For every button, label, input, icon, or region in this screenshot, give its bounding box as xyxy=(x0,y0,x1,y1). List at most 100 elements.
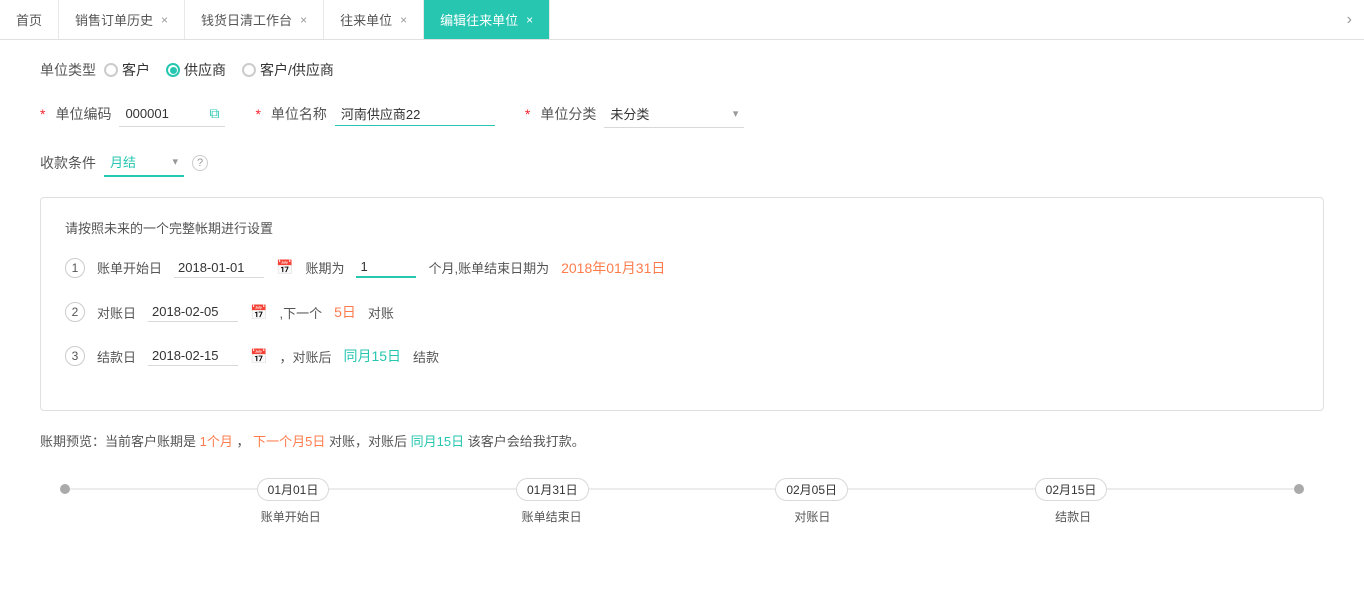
radio-supplier[interactable]: 供应商 xyxy=(166,60,226,80)
timeline-node-2: 01月31日 xyxy=(516,478,589,501)
timeline-line xyxy=(60,489,1304,490)
tab-sales-history-close[interactable]: × xyxy=(161,13,168,27)
chevron-down-icon: ▾ xyxy=(733,107,739,120)
timeline-section: 01月01日 01月31日 02月05日 02月15日 xyxy=(40,474,1324,525)
radio-customer-label: 客户 xyxy=(122,60,150,80)
payment-suffix2: 结款 xyxy=(413,347,439,366)
preview-part1: 1个月 xyxy=(200,434,233,449)
unit-code-input-wrap: ⧉ xyxy=(119,101,225,127)
period-num-1: 1 xyxy=(65,258,85,278)
preview-sep2: 对账，对账后 xyxy=(329,434,407,449)
timeline-labels-row: 账单开始日 账单结束日 对账日 结款日 xyxy=(60,508,1304,525)
radio-supplier-label: 供应商 xyxy=(184,60,226,80)
calendar-icon-3[interactable]: 📅 xyxy=(250,348,267,365)
timeline-node-1: 01月01日 xyxy=(257,478,330,501)
radio-both[interactable]: 客户/供应商 xyxy=(242,60,334,80)
timeline-node-2-label: 01月31日 xyxy=(516,478,589,501)
period-date-1[interactable] xyxy=(174,258,264,278)
payment-condition-label: 收款条件 xyxy=(40,153,96,173)
period-row-2: 2 对账日 📅 ,下一个 5日 对账 xyxy=(65,302,1299,322)
timeline-start-dot xyxy=(60,484,70,494)
tab-partner-units[interactable]: 往来单位 × xyxy=(324,0,424,39)
timeline-node-3-label: 02月05日 xyxy=(775,478,848,501)
tabs-bar: 首页 销售订单历史 × 钱货日清工作台 × 往来单位 × 编辑往来单位 × › xyxy=(0,0,1364,40)
radio-both-label: 客户/供应商 xyxy=(260,60,334,80)
calendar-icon-1[interactable]: 📅 xyxy=(276,259,293,276)
payment-condition-value: 月结 xyxy=(110,152,168,171)
payment-condition-row: 收款条件 月结 ▾ ? xyxy=(40,148,1324,177)
tab-home[interactable]: 首页 xyxy=(0,0,59,39)
reconcile-suffix1: ,下一个 xyxy=(279,303,322,322)
timeline-end-dot xyxy=(1294,484,1304,494)
tab-edit-partner-close[interactable]: × xyxy=(526,13,533,27)
unit-category-value: 未分类 xyxy=(610,104,728,123)
main-content: 单位类型 客户 供应商 客户/供应商 * 单位编码 xyxy=(0,40,1364,608)
timeline-node-4: 02月15日 xyxy=(1035,478,1108,501)
payment-day-highlight: 同月15日 xyxy=(343,346,401,366)
tab-partner-units-close[interactable]: × xyxy=(400,13,407,27)
timeline-desc-2: 账单结束日 xyxy=(512,508,592,525)
unit-code-input[interactable] xyxy=(125,106,205,121)
period-settings-box: 请按照未来的一个完整帐期进行设置 1 账单开始日 📅 账期为 个月,账单结束日期… xyxy=(40,197,1324,411)
period-label-2: 对账日 xyxy=(97,303,136,322)
unit-type-group: 单位类型 客户 供应商 客户/供应商 xyxy=(40,60,334,80)
period-box-title: 请按照未来的一个完整帐期进行设置 xyxy=(65,218,1299,237)
period-date-3[interactable] xyxy=(148,346,238,366)
timeline-desc-3-text: 对账日 xyxy=(794,508,830,525)
radio-customer[interactable]: 客户 xyxy=(104,60,150,80)
timeline-desc-1: 账单开始日 xyxy=(251,508,331,525)
timeline-desc-3: 对账日 xyxy=(772,508,852,525)
tab-home-label: 首页 xyxy=(16,10,42,29)
payment-condition-dropdown[interactable]: 月结 ▾ xyxy=(104,148,184,177)
period-label-3: 结款日 xyxy=(97,347,136,366)
timeline-node-4-label: 02月15日 xyxy=(1035,478,1108,501)
radio-group: 客户 供应商 客户/供应商 xyxy=(104,60,334,80)
calendar-icon-2[interactable]: 📅 xyxy=(250,304,267,321)
timeline-desc-2-text: 账单结束日 xyxy=(522,508,582,525)
radio-customer-circle xyxy=(104,63,118,77)
unit-type-label: 单位类型 xyxy=(40,60,96,80)
radio-both-circle xyxy=(242,63,256,77)
tab-partner-units-label: 往来单位 xyxy=(340,10,392,29)
copy-icon[interactable]: ⧉ xyxy=(209,105,219,122)
period-date-2[interactable] xyxy=(148,302,238,322)
tab-sales-history[interactable]: 销售订单历史 × xyxy=(59,0,185,39)
payment-suffix1: ，对账后 xyxy=(279,347,331,366)
unit-code-group: * 单位编码 ⧉ xyxy=(40,101,225,127)
tab-sales-history-label: 销售订单历史 xyxy=(75,10,153,29)
unit-code-label: 单位编码 xyxy=(55,104,111,124)
tab-cash-work-label: 钱货日清工作台 xyxy=(201,10,292,29)
unit-category-label: 单位分类 xyxy=(540,104,596,124)
unit-name-star: * xyxy=(255,106,260,122)
unit-name-input[interactable] xyxy=(335,102,495,126)
period-months-suffix: 个月,账单结束日期为 xyxy=(428,258,549,277)
preview-part3: 同月15日 xyxy=(411,434,464,449)
preview-label: 账期预览：当前客户账期是 xyxy=(40,434,196,449)
timeline-node-3: 02月05日 xyxy=(775,478,848,501)
period-label-1: 账单开始日 xyxy=(97,258,162,277)
period-end-date: 2018年01月31日 xyxy=(561,258,665,278)
unit-name-label: 单位名称 xyxy=(271,104,327,124)
reconcile-day-highlight: 5日 xyxy=(334,302,356,322)
help-icon[interactable]: ? xyxy=(192,155,208,171)
preview-section: 账期预览：当前客户账期是 1个月 ， 下一个月5日 对账，对账后 同月15日 该… xyxy=(40,431,1324,450)
payment-chevron-icon: ▾ xyxy=(172,155,178,168)
timeline-desc-4: 结款日 xyxy=(1033,508,1113,525)
period-months-input[interactable] xyxy=(356,257,416,278)
tab-expand-icon[interactable]: › xyxy=(1335,11,1364,29)
period-num-2: 2 xyxy=(65,302,85,322)
timeline-desc-4-text: 结款日 xyxy=(1055,508,1091,525)
period-row-1: 1 账单开始日 📅 账期为 个月,账单结束日期为 2018年01月31日 xyxy=(65,257,1299,278)
radio-supplier-circle xyxy=(166,63,180,77)
unit-category-dropdown[interactable]: 未分类 ▾ xyxy=(604,100,744,128)
tab-cash-work-close[interactable]: × xyxy=(300,13,307,27)
timeline-desc-1-text: 账单开始日 xyxy=(261,508,321,525)
unit-code-star: * xyxy=(40,106,45,122)
tab-cash-work[interactable]: 钱货日清工作台 × xyxy=(185,0,324,39)
tab-edit-partner[interactable]: 编辑往来单位 × xyxy=(424,0,550,39)
preview-end: 该客户会给我打款。 xyxy=(468,434,585,449)
preview-part2: 下一个月5日 xyxy=(253,434,325,449)
period-row-3: 3 结款日 📅 ，对账后 同月15日 结款 xyxy=(65,346,1299,366)
tab-edit-partner-label: 编辑往来单位 xyxy=(440,10,518,29)
period-num-3: 3 xyxy=(65,346,85,366)
